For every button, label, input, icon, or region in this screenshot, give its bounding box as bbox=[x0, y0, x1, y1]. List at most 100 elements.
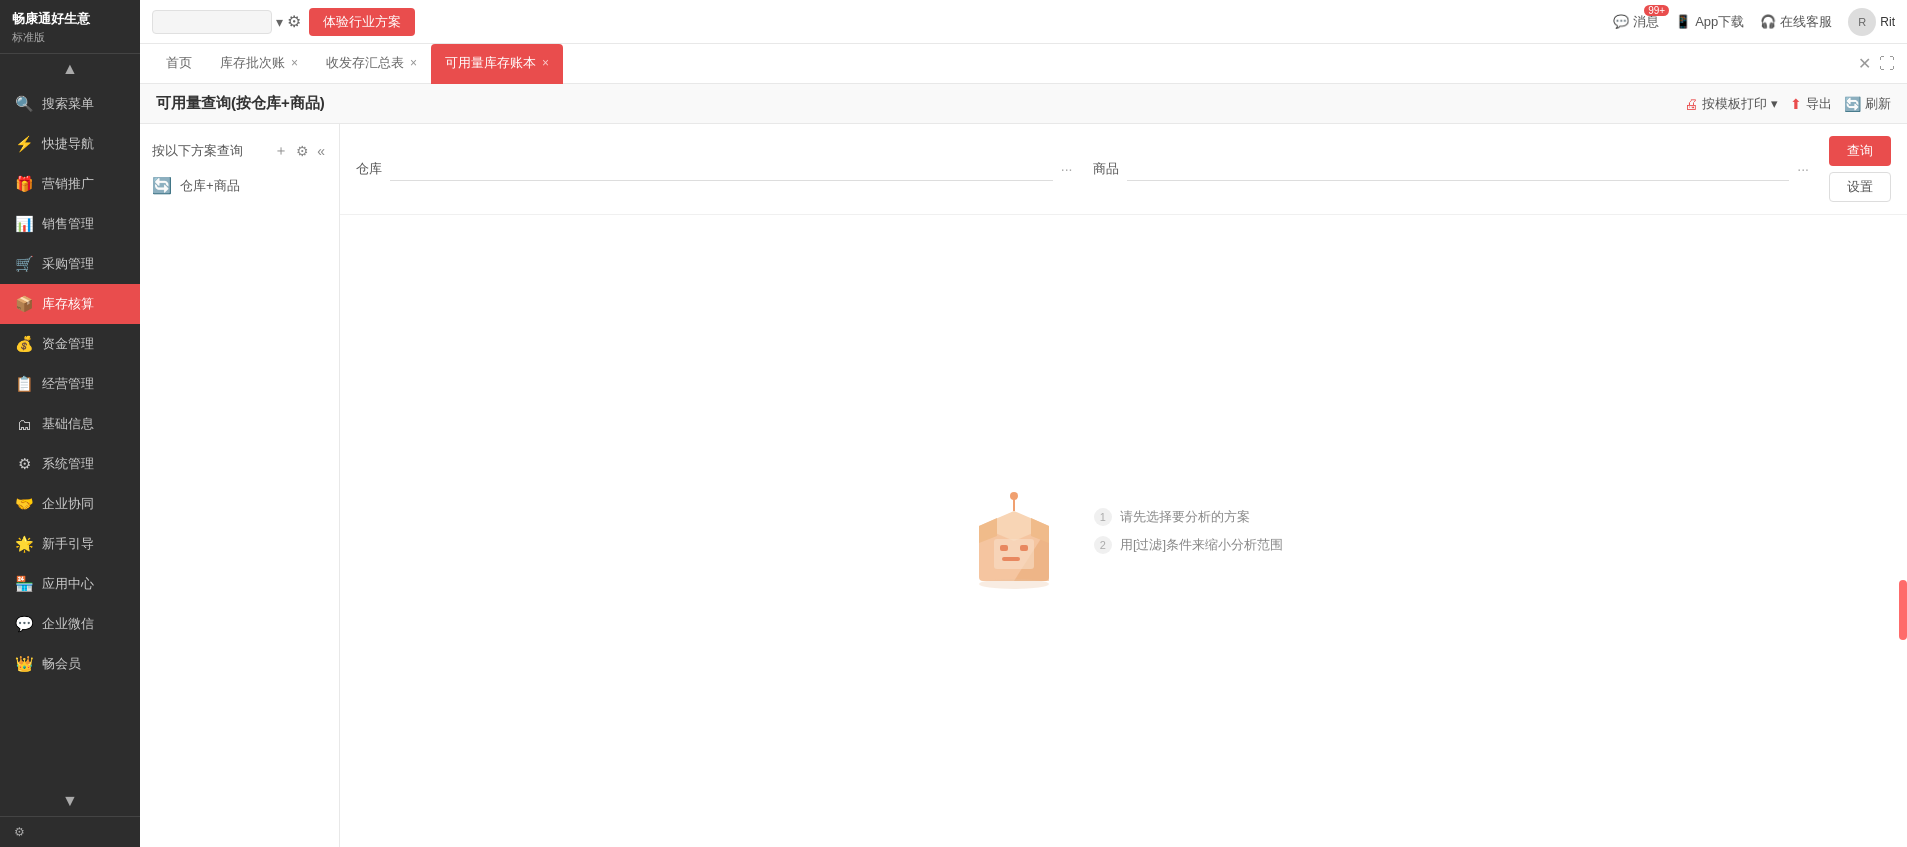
export-btn[interactable]: ⬆ 导出 bbox=[1790, 95, 1832, 113]
cart-icon: 🛒 bbox=[14, 255, 34, 273]
tab-available-ledger[interactable]: 可用量库存账本 × bbox=[431, 44, 563, 84]
warehouse-more-button[interactable]: ··· bbox=[1061, 161, 1073, 177]
sidebar-item-marketing[interactable]: 🎁 营销推广 bbox=[0, 164, 140, 204]
empty-hints: 1 请先选择要分析的方案 2 用[过滤]条件来缩小分析范围 bbox=[1094, 508, 1283, 554]
filter-item-warehouse-product[interactable]: 🔄 仓库+商品 bbox=[140, 168, 339, 203]
store-icon: 🏪 bbox=[14, 575, 34, 593]
close-tab-button[interactable]: ✕ bbox=[1858, 54, 1871, 73]
svg-point-10 bbox=[1010, 492, 1018, 500]
right-edge-scrollbar[interactable] bbox=[1899, 580, 1907, 640]
tab-summary-close[interactable]: × bbox=[410, 56, 417, 70]
folder-icon: 🗂 bbox=[14, 416, 34, 433]
hint-num-1: 1 bbox=[1094, 508, 1112, 526]
product-more-button[interactable]: ··· bbox=[1797, 161, 1809, 177]
sidebar-item-app-center[interactable]: 🏪 应用中心 bbox=[0, 564, 140, 604]
main-area: ▾ ⚙ 体验行业方案 💬 消息 99+ 📱 App下载 🎧 在线客服 R Rit bbox=[140, 0, 1907, 847]
star-icon: 🌟 bbox=[14, 535, 34, 553]
sidebar-item-inventory[interactable]: 📦 库存核算 bbox=[0, 284, 140, 324]
sidebar-item-member[interactable]: 👑 畅会员 bbox=[0, 644, 140, 684]
topbar-gear-button[interactable]: ⚙ bbox=[287, 12, 301, 31]
filter-add-button[interactable]: ＋ bbox=[272, 140, 290, 162]
filter-settings-button[interactable]: ⚙ bbox=[294, 140, 311, 162]
print-dropdown-icon: ▾ bbox=[1771, 96, 1778, 111]
page-title: 可用量查询(按仓库+商品) bbox=[156, 94, 325, 113]
tabs-bar: 首页 库存批次账 × 收发存汇总表 × 可用量库存账本 × ✕ ⛶ bbox=[140, 44, 1907, 84]
app-download-btn[interactable]: 📱 App下载 bbox=[1675, 13, 1744, 31]
user-avatar: R bbox=[1848, 8, 1876, 36]
sidebar-item-search[interactable]: 🔍 搜索菜单 bbox=[0, 84, 140, 124]
warehouse-input[interactable] bbox=[390, 157, 1053, 181]
tab-summary[interactable]: 收发存汇总表 × bbox=[312, 44, 431, 84]
tab-available-ledger-close[interactable]: × bbox=[542, 56, 549, 70]
expand-button[interactable]: ⛶ bbox=[1879, 54, 1895, 73]
topbar-search-input[interactable] bbox=[152, 10, 272, 34]
sidebar-item-shortcut[interactable]: ⚡ 快捷导航 bbox=[0, 124, 140, 164]
money-icon: 💰 bbox=[14, 335, 34, 353]
refresh-btn[interactable]: 🔄 刷新 bbox=[1844, 95, 1891, 113]
settings-icon: ⚙ bbox=[14, 825, 25, 839]
sidebar-item-basics[interactable]: 🗂 基础信息 bbox=[0, 404, 140, 444]
sidebar-item-label: 新手引导 bbox=[42, 535, 94, 553]
filter-item-icon: 🔄 bbox=[152, 176, 172, 195]
shortcut-icon: ⚡ bbox=[14, 135, 34, 153]
filter-collapse-button[interactable]: « bbox=[315, 140, 327, 162]
sidebar-item-label: 企业协同 bbox=[42, 495, 94, 513]
sidebar-item-finance[interactable]: 💰 资金管理 bbox=[0, 324, 140, 364]
chart-icon: 📊 bbox=[14, 215, 34, 233]
sidebar-item-newbie[interactable]: 🌟 新手引导 bbox=[0, 524, 140, 564]
query-button[interactable]: 查询 bbox=[1829, 136, 1891, 166]
handshake-icon: 🤝 bbox=[14, 495, 34, 513]
online-service-label: 在线客服 bbox=[1780, 13, 1832, 31]
sidebar-item-enterprise[interactable]: 🤝 企业协同 bbox=[0, 484, 140, 524]
sidebar-scroll-up[interactable]: ▲ bbox=[0, 54, 140, 84]
sidebar-item-system[interactable]: ⚙ 系统管理 bbox=[0, 444, 140, 484]
sidebar-item-operations[interactable]: 📋 经营管理 bbox=[0, 364, 140, 404]
empty-state: 1 请先选择要分析的方案 2 用[过滤]条件来缩小分析范围 bbox=[340, 215, 1907, 847]
product-field: 商品 ··· bbox=[1093, 157, 1810, 181]
svg-point-11 bbox=[979, 579, 1049, 589]
hint-text-1: 请先选择要分析的方案 bbox=[1120, 508, 1250, 526]
hint-num-2: 2 bbox=[1094, 536, 1112, 554]
svg-rect-6 bbox=[1000, 545, 1008, 551]
print-icon: 🖨 bbox=[1684, 96, 1698, 112]
phone-icon: 📱 bbox=[1675, 14, 1691, 29]
topbar-dropdown-button[interactable]: ▾ bbox=[276, 14, 283, 30]
gear-icon: ⚙ bbox=[14, 455, 34, 473]
sidebar-item-purchase[interactable]: 🛒 采购管理 bbox=[0, 244, 140, 284]
sidebar-item-label: 营销推广 bbox=[42, 175, 94, 193]
tab-batch-account-close[interactable]: × bbox=[291, 56, 298, 70]
filter-panel-header: 按以下方案查询 ＋ ⚙ « bbox=[140, 134, 339, 168]
user-area[interactable]: R Rit bbox=[1848, 8, 1895, 36]
sidebar-item-enterprise-wechat[interactable]: 💬 企业微信 bbox=[0, 604, 140, 644]
page-header: 可用量查询(按仓库+商品) 🖨 按模板打印 ▾ ⬆ 导出 🔄 刷新 bbox=[140, 84, 1907, 124]
sidebar-item-sales[interactable]: 📊 销售管理 bbox=[0, 204, 140, 244]
sidebar-item-label: 系统管理 bbox=[42, 455, 94, 473]
svg-rect-7 bbox=[1020, 545, 1028, 551]
sidebar-item-label: 经营管理 bbox=[42, 375, 94, 393]
tab-batch-account[interactable]: 库存批次账 × bbox=[206, 44, 312, 84]
online-service-btn[interactable]: 🎧 在线客服 bbox=[1760, 13, 1832, 31]
tab-home[interactable]: 首页 bbox=[152, 44, 206, 84]
sidebar-scroll-down[interactable]: ▼ bbox=[0, 786, 140, 816]
box-icon: 📦 bbox=[14, 295, 34, 313]
print-btn[interactable]: 🖨 按模板打印 ▾ bbox=[1684, 95, 1778, 113]
topbar-search-area: ▾ ⚙ bbox=[152, 10, 301, 34]
query-row: 仓库 ··· 商品 ··· 查询 设置 bbox=[340, 124, 1907, 215]
sidebar-item-label: 资金管理 bbox=[42, 335, 94, 353]
sidebar-logo: 畅康通好生意 标准版 bbox=[0, 0, 140, 54]
headset-icon: 🎧 bbox=[1760, 14, 1776, 29]
industry-btn[interactable]: 体验行业方案 bbox=[309, 8, 415, 36]
product-input[interactable] bbox=[1127, 157, 1790, 181]
tab-summary-label: 收发存汇总表 bbox=[326, 54, 404, 72]
settings-button[interactable]: 设置 bbox=[1829, 172, 1891, 202]
sidebar: 畅康通好生意 标准版 ▲ 🔍 搜索菜单 ⚡ 快捷导航 🎁 营销推广 📊 销售管理… bbox=[0, 0, 140, 847]
filter-item-label: 仓库+商品 bbox=[180, 177, 240, 195]
sidebar-bottom[interactable]: ⚙ bbox=[0, 816, 140, 847]
message-badge: 99+ bbox=[1644, 5, 1669, 16]
content-area: 按以下方案查询 ＋ ⚙ « 🔄 仓库+商品 仓库 ··· bbox=[140, 124, 1907, 847]
refresh-icon: 🔄 bbox=[1844, 96, 1861, 112]
filter-panel-buttons: ＋ ⚙ « bbox=[272, 140, 327, 162]
sidebar-item-label: 畅会员 bbox=[42, 655, 81, 673]
message-btn[interactable]: 💬 消息 99+ bbox=[1613, 13, 1659, 31]
hint-text-2: 用[过滤]条件来缩小分析范围 bbox=[1120, 536, 1283, 554]
